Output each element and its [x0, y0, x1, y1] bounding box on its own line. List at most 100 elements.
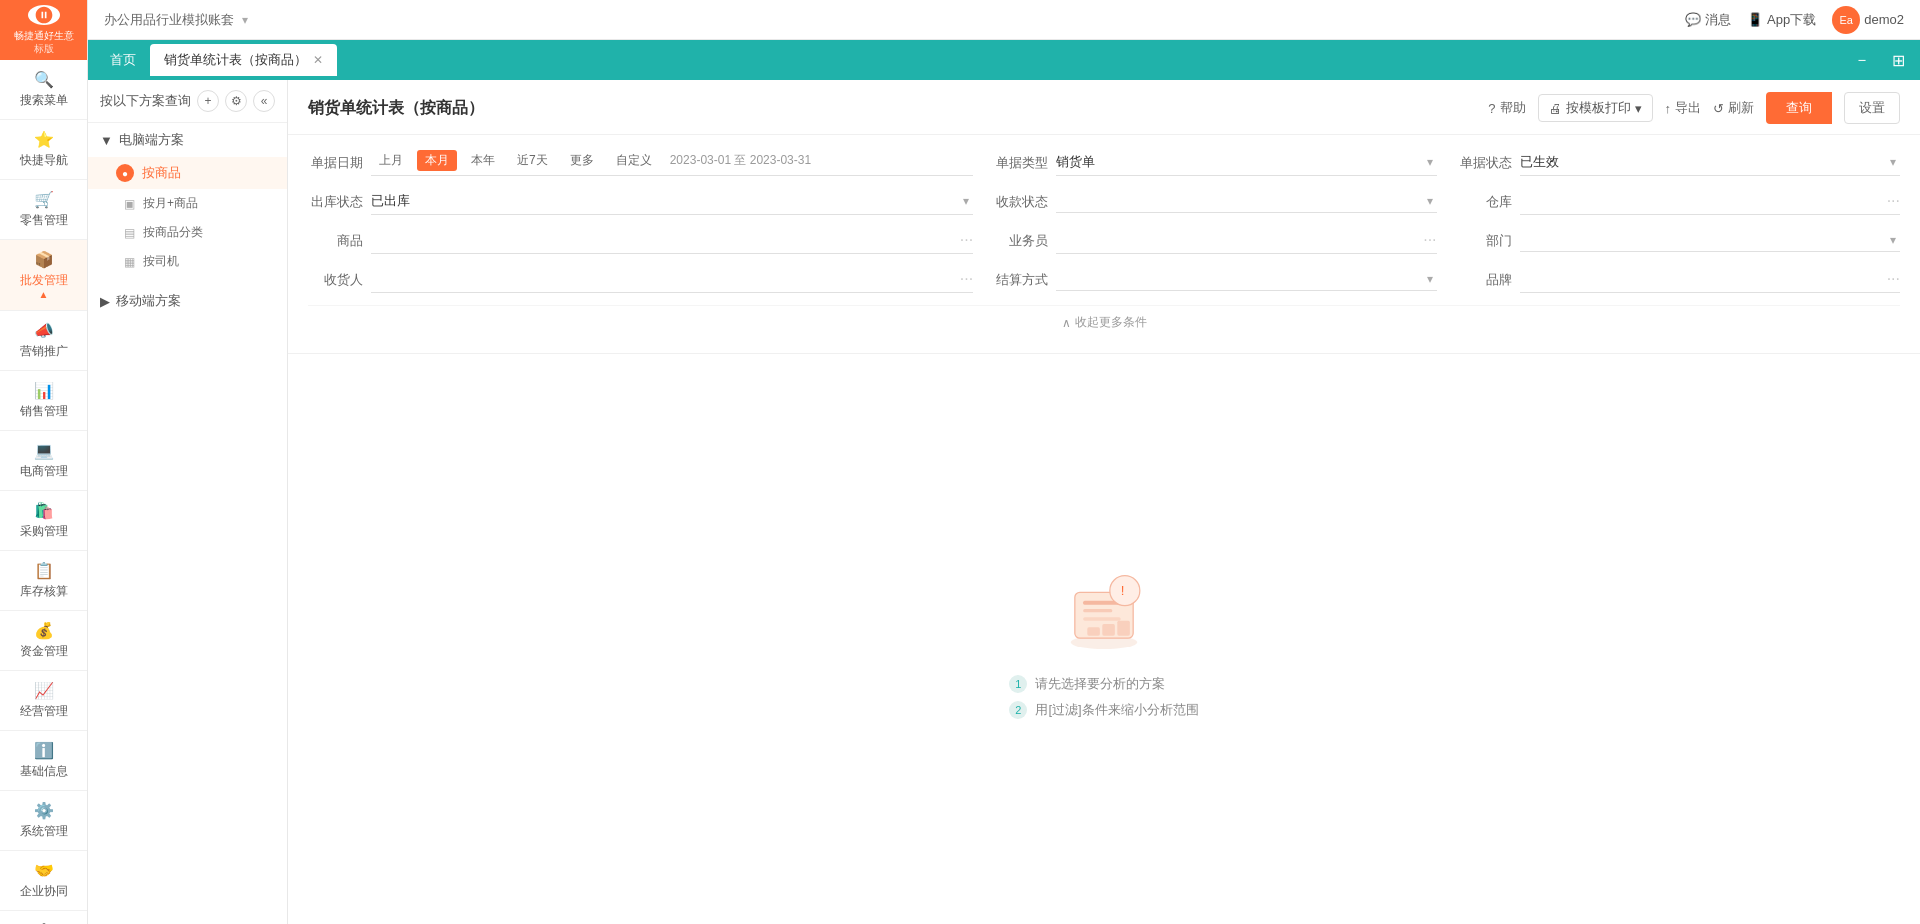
sidebar-item-wholesale[interactable]: 📦 批发管理 ▲ — [0, 240, 87, 311]
sidebar-item-purchase[interactable]: 🛍️ 采购管理 — [0, 491, 87, 551]
scheme-group-mobile-label: 移动端方案 — [116, 292, 181, 310]
collapse-row[interactable]: ∧ 收起更多条件 — [308, 305, 1900, 339]
receiver-dots-icon[interactable]: ··· — [960, 270, 973, 288]
user-area[interactable]: Ea demo2 — [1832, 6, 1904, 34]
date-range-display: 2023-03-01 至 2023-03-31 — [670, 152, 811, 169]
scheme-item-by-driver[interactable]: ▦ 按司机 — [88, 247, 287, 276]
brand-input[interactable]: ··· — [1520, 266, 1900, 293]
scheme-item-by-goods-label: 按商品 — [142, 164, 181, 182]
filter-field-settlement: 结算方式 ▾ — [993, 268, 1436, 291]
warehouse-dots-icon[interactable]: ··· — [1887, 192, 1900, 210]
date-btn-custom[interactable]: 自定义 — [608, 150, 660, 171]
collapse-btn-label: 收起更多条件 — [1075, 314, 1147, 331]
filter-row-4: 收货人 ··· 结算方式 ▾ 品牌 — [308, 266, 1900, 293]
page-header: 销货单统计表（按商品） ? 帮助 🖨 按模板打印 ▾ ↑ 导出 — [288, 80, 1920, 135]
refresh-btn[interactable]: ↺ 刷新 — [1713, 99, 1754, 117]
sidebar-item-newbie[interactable]: 🎓 新手引导 — [0, 911, 87, 924]
date-btn-last-month[interactable]: 上月 — [371, 150, 411, 171]
query-btn[interactable]: 查询 — [1766, 92, 1832, 124]
sidebar-item-ecommerce[interactable]: 💻 电商管理 — [0, 431, 87, 491]
scheme-item-by-goods[interactable]: ● 按商品 — [88, 157, 287, 189]
template-print-btn[interactable]: 🖨 按模板打印 ▾ — [1538, 94, 1653, 122]
filter-field-type: 单据类型 销货单 ▾ — [993, 149, 1436, 176]
scheme-group-desktop: ▼ 电脑端方案 ● 按商品 ▣ 按月+商品 ▤ 按商品分类 ▦ 按司机 — [88, 123, 287, 284]
tab-maximize-btn[interactable]: ⊞ — [1884, 46, 1912, 74]
sales-icon: 📊 — [34, 381, 54, 400]
collapse-panel-btn[interactable]: « — [253, 90, 275, 112]
message-btn[interactable]: 💬 消息 — [1685, 11, 1731, 29]
export-btn[interactable]: ↑ 导出 — [1665, 99, 1702, 117]
sidebar-item-operations[interactable]: 📈 经营管理 — [0, 671, 87, 731]
scheme-group-mobile: ▶ 移动端方案 — [88, 284, 287, 326]
filter-field-date: 单据日期 上月 本月 本年 近7天 更多 自定义 2023-03-01 至 20… — [308, 150, 973, 176]
tab-close-icon[interactable]: ✕ — [313, 53, 323, 67]
warehouse-label: 仓库 — [1457, 193, 1512, 211]
settings-btn[interactable]: 设置 — [1844, 92, 1900, 124]
sidebar-item-inventory[interactable]: 📋 库存核算 — [0, 551, 87, 611]
filter-form: 单据日期 上月 本月 本年 近7天 更多 自定义 2023-03-01 至 20… — [288, 135, 1920, 354]
tab-minimize-btn[interactable]: － — [1848, 46, 1876, 74]
sub-icon-person: ▦ — [124, 255, 135, 269]
add-scheme-btn[interactable]: + — [197, 90, 219, 112]
filter-row-2: 出库状态 已出库 ▾ 收款状态 ▾ 仓库 — [308, 188, 1900, 215]
quick-nav-icon: ⭐ — [34, 130, 54, 149]
date-btn-7days[interactable]: 近7天 — [509, 150, 556, 171]
type-select[interactable]: 销货单 ▾ — [1056, 149, 1436, 176]
status-chevron-icon: ▾ — [1890, 155, 1896, 169]
scheme-group-mobile-header[interactable]: ▶ 移动端方案 — [88, 284, 287, 318]
sidebar-item-quick-nav[interactable]: ⭐ 快捷导航 — [0, 120, 87, 180]
logo-subtitle: 标版 — [34, 42, 54, 56]
date-btn-this-month[interactable]: 本月 — [417, 150, 457, 171]
settings-scheme-btn[interactable]: ⚙ — [225, 90, 247, 112]
sidebar-item-marketing[interactable]: 📣 营销推广 — [0, 311, 87, 371]
help-btn[interactable]: ? 帮助 — [1488, 99, 1525, 117]
scheme-item-by-category[interactable]: ▤ 按商品分类 — [88, 218, 287, 247]
sidebar-item-inventory-label: 库存核算 — [20, 583, 68, 600]
type-chevron-icon: ▾ — [1427, 155, 1433, 169]
scheme-item-by-category-label: 按商品分类 — [143, 224, 203, 241]
svg-rect-8 — [1102, 624, 1115, 636]
type-value: 销货单 — [1056, 153, 1095, 171]
salesman-input[interactable]: ··· — [1056, 227, 1436, 254]
sidebar-item-basic-info[interactable]: ℹ️ 基础信息 — [0, 731, 87, 791]
scheme-group-desktop-header[interactable]: ▼ 电脑端方案 — [88, 123, 287, 157]
tab-home[interactable]: 首页 — [96, 44, 150, 76]
salesman-dots-icon[interactable]: ··· — [1423, 231, 1436, 249]
svg-rect-3 — [1083, 609, 1112, 612]
industry-dropdown-icon[interactable]: ▾ — [242, 13, 248, 27]
warehouse-input[interactable]: ··· — [1520, 188, 1900, 215]
receiver-input[interactable]: ··· — [371, 266, 973, 293]
date-btn-more[interactable]: 更多 — [562, 150, 602, 171]
tab-sales-stats[interactable]: 销货单统计表（按商品） ✕ — [150, 44, 337, 76]
print-dropdown-icon: ▾ — [1635, 101, 1642, 116]
out-status-select[interactable]: 已出库 ▾ — [371, 188, 973, 215]
sidebar-item-retail[interactable]: 🛒 零售管理 — [0, 180, 87, 240]
sidebar-item-collab[interactable]: 🤝 企业协同 — [0, 851, 87, 911]
sub-icon-list: ▤ — [124, 226, 135, 240]
export-label: 导出 — [1675, 99, 1701, 117]
sidebar-item-finance[interactable]: 💰 资金管理 — [0, 611, 87, 671]
sidebar-item-sales[interactable]: 📊 销售管理 — [0, 371, 87, 431]
scheme-group-desktop-label: 电脑端方案 — [119, 131, 184, 149]
sidebar-item-search[interactable]: 🔍 搜索菜单 — [0, 60, 87, 120]
basic-info-icon: ℹ️ — [34, 741, 54, 760]
collapse-up-icon: ∧ — [1062, 316, 1071, 330]
filter-field-collect-status: 收款状态 ▾ — [993, 190, 1436, 213]
date-filter: 上月 本月 本年 近7天 更多 自定义 2023-03-01 至 2023-03… — [371, 150, 973, 176]
sidebar-item-basic-info-label: 基础信息 — [20, 763, 68, 780]
brand-dots-icon[interactable]: ··· — [1887, 270, 1900, 288]
scheme-item-by-month-goods[interactable]: ▣ 按月+商品 — [88, 189, 287, 218]
app-download-btn[interactable]: 📱 App下载 — [1747, 11, 1816, 29]
header-left: 办公用品行业模拟账套 ▾ — [104, 11, 248, 29]
status-select[interactable]: 已生效 ▾ — [1520, 149, 1900, 176]
department-label: 部门 — [1457, 232, 1512, 250]
collect-status-select[interactable]: ▾ — [1056, 190, 1436, 213]
goods-input[interactable]: ··· — [371, 227, 973, 254]
date-btn-this-year[interactable]: 本年 — [463, 150, 503, 171]
filter-row-3: 商品 ··· 业务员 ··· 部门 — [308, 227, 1900, 254]
department-select[interactable]: ▾ — [1520, 229, 1900, 252]
sidebar-item-system[interactable]: ⚙️ 系统管理 — [0, 791, 87, 851]
sidebar: 畅捷通好生意 标版 🔍 搜索菜单 ⭐ 快捷导航 🛒 零售管理 📦 批发管理 ▲ … — [0, 0, 88, 924]
settlement-select[interactable]: ▾ — [1056, 268, 1436, 291]
goods-dots-icon[interactable]: ··· — [960, 231, 973, 249]
